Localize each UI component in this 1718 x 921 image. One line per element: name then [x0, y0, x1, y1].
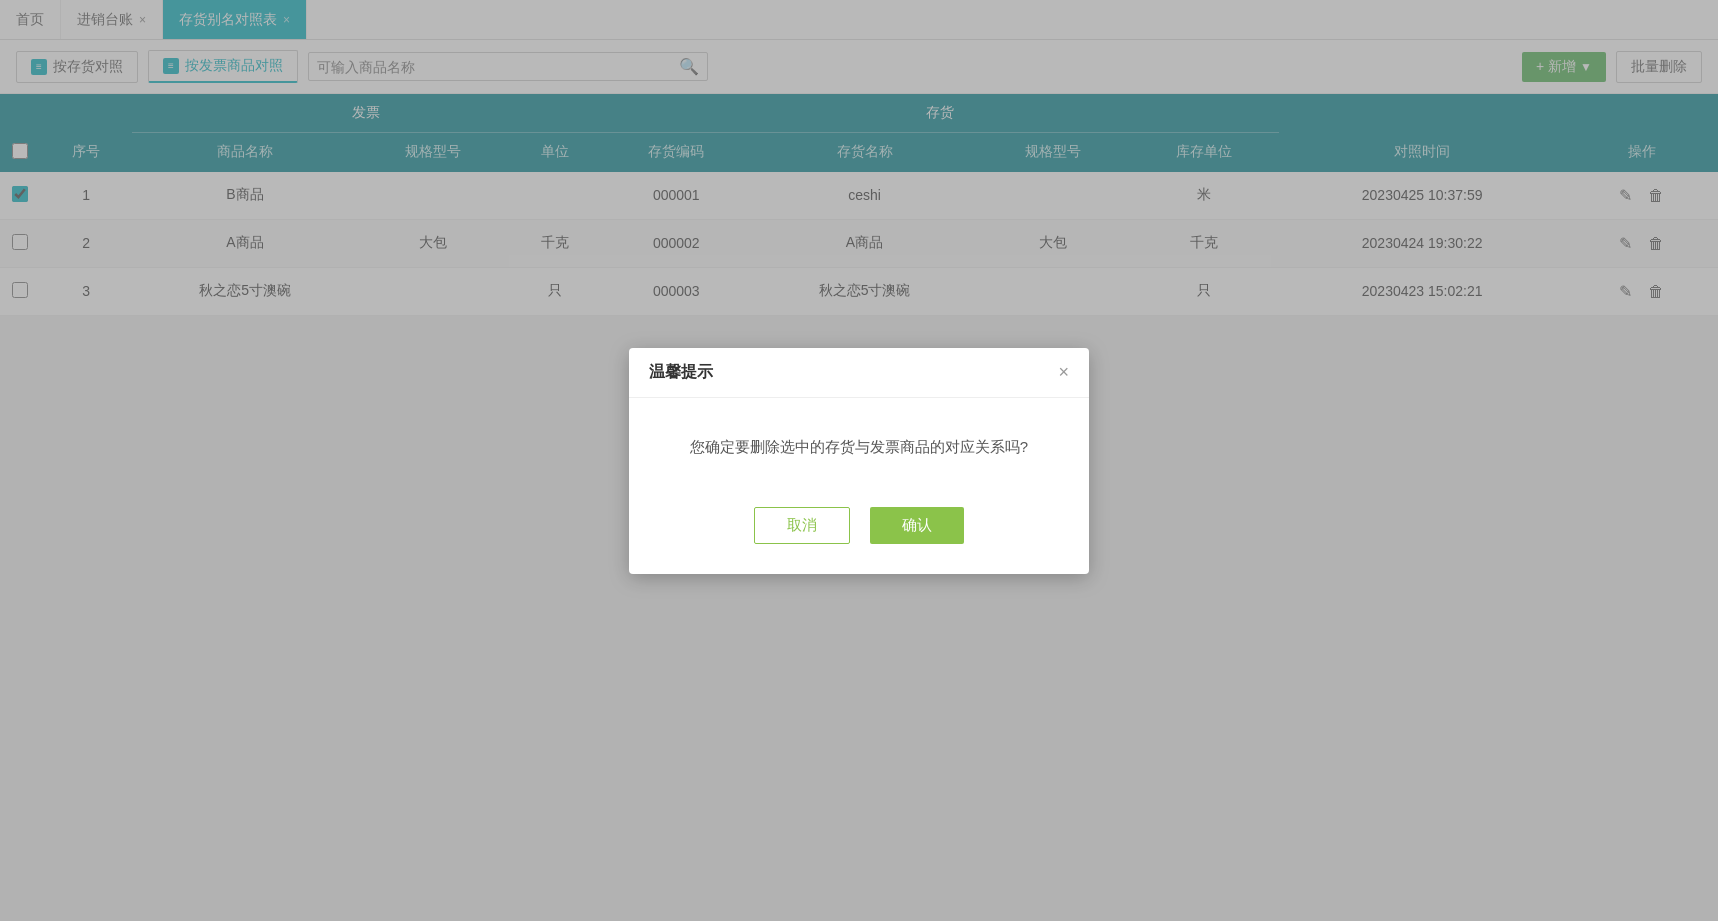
dialog-overlay: 温馨提示 × 您确定要删除选中的存货与发票商品的对应关系吗? 取消 确认 [0, 0, 1718, 316]
